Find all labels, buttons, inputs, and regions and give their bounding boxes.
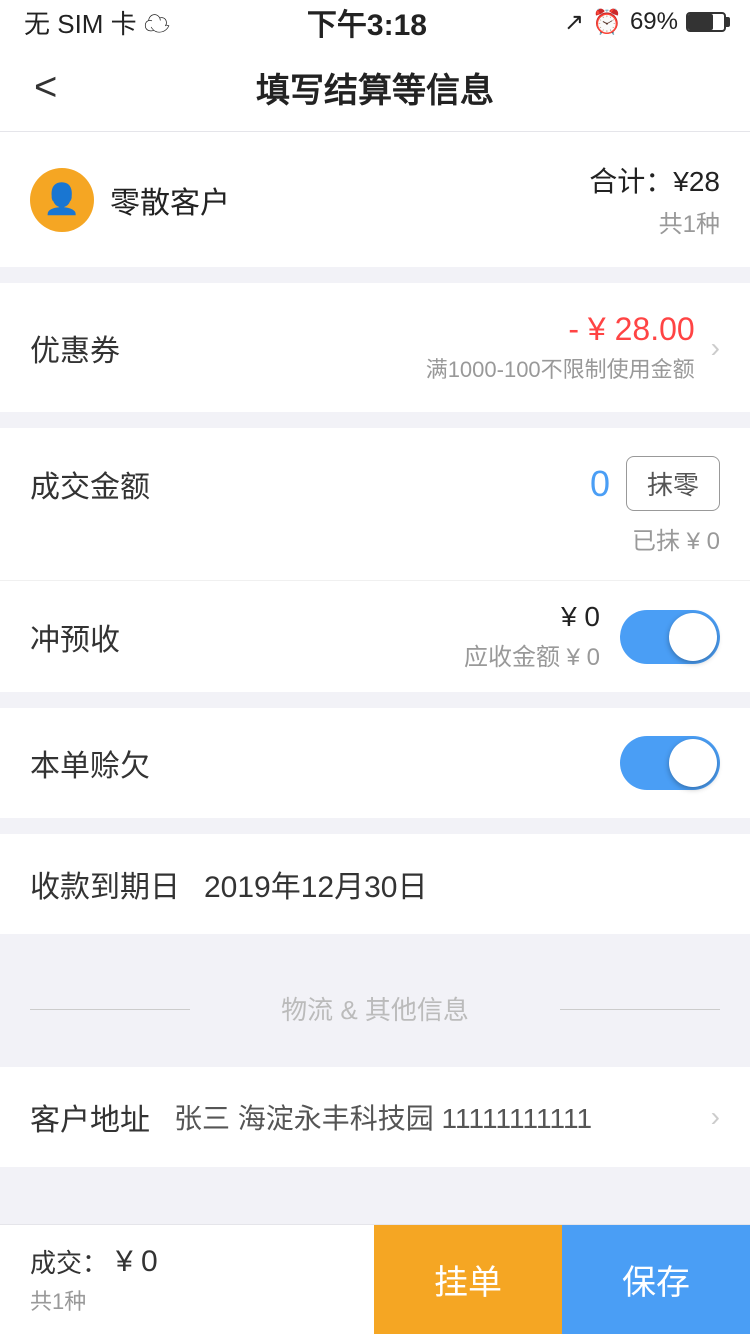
prepay-toggle-knob — [669, 613, 717, 661]
deal-sub-text: 已抹 ¥ 0 — [0, 521, 750, 580]
bottom-deal-amount: ¥ 0 — [116, 1245, 158, 1279]
nav-bar: < 填写结算等信息 — [0, 44, 750, 132]
deal-right: 抹零 — [490, 456, 720, 511]
section-separator — [0, 934, 750, 950]
address-value: 张三 海淀永丰科技园 11111111111 — [174, 1097, 592, 1137]
status-time: 下午3:18 — [307, 0, 427, 44]
coupon-label: 优惠券 — [30, 326, 120, 370]
back-button[interactable]: < — [24, 55, 67, 120]
round-zero-button[interactable]: 抹零 — [626, 456, 720, 511]
due-date-label: 收款到期日 — [30, 862, 180, 906]
debt-toggle[interactable] — [620, 736, 720, 790]
address-label: 客户地址 — [30, 1095, 150, 1139]
customer-name: 零散客户 — [110, 178, 230, 222]
status-right: ↗ ⏰ 69% — [564, 8, 726, 37]
prepay-row: 冲预收 ¥ 0 应收金额 ¥ 0 — [0, 580, 750, 692]
address-section[interactable]: 客户地址 张三 海淀永丰科技园 11111111111 › — [0, 1067, 750, 1167]
due-date-section: 收款到期日 2019年12月30日 — [0, 834, 750, 934]
sim-wifi-label: 无 SIM 卡 ☁ — [24, 4, 170, 41]
coupon-section: 优惠券 - ¥ 28.00 满1000-100不限制使用金额 › — [0, 283, 750, 412]
save-button[interactable]: 保存 — [562, 1225, 750, 1334]
logistics-divider: 物流 & 其他信息 — [0, 966, 750, 1051]
coupon-amount: - ¥ 28.00 — [426, 311, 695, 348]
customer-row: 👤 零散客户 合计：¥28 共1种 — [0, 132, 750, 267]
debt-toggle-knob — [669, 739, 717, 787]
battery-label: 69% — [630, 8, 678, 36]
customer-left: 👤 零散客户 — [30, 168, 230, 232]
content: 👤 零散客户 合计：¥28 共1种 优惠券 - ¥ 28.00 满1000-10… — [0, 132, 750, 1303]
alarm-icon: ⏰ — [592, 8, 622, 37]
customer-summary: 合计：¥28 共1种 — [589, 160, 720, 239]
deal-section: 成交金额 抹零 已抹 ¥ 0 冲预收 ¥ 0 应收金额 ¥ 0 — [0, 428, 750, 692]
deal-label: 成交金额 — [30, 462, 150, 506]
coupon-desc: 满1000-100不限制使用金额 — [426, 352, 695, 384]
status-bar: 无 SIM 卡 ☁ 下午3:18 ↗ ⏰ 69% — [0, 0, 750, 44]
address-chevron-icon: › — [711, 1101, 720, 1133]
location-icon: ↗ — [564, 8, 584, 37]
bottom-summary: 成交： ¥ 0 共1种 — [0, 1243, 374, 1316]
battery-bar — [686, 12, 726, 32]
logistics-label: 物流 & 其他信息 — [265, 995, 485, 1025]
debt-label: 本单赊欠 — [30, 741, 150, 785]
coupon-row[interactable]: 优惠券 - ¥ 28.00 满1000-100不限制使用金额 › — [0, 283, 750, 412]
prepay-receivable: 应收金额 ¥ 0 — [464, 637, 600, 672]
bottom-bar: 成交： ¥ 0 共1种 挂单 保存 — [0, 1224, 750, 1334]
prepay-toggle[interactable] — [620, 610, 720, 664]
prepay-right: ¥ 0 应收金额 ¥ 0 — [464, 601, 720, 672]
address-left: 客户地址 张三 海淀永丰科技园 11111111111 — [30, 1095, 592, 1139]
bottom-count: 共1种 — [30, 1284, 344, 1316]
due-date-value: 2019年12月30日 — [204, 862, 427, 906]
bottom-deal-label: 成交： — [30, 1243, 108, 1280]
hang-button[interactable]: 挂单 — [374, 1225, 562, 1334]
total-amount: 合计：¥28 — [589, 160, 720, 200]
coupon-info: - ¥ 28.00 满1000-100不限制使用金额 — [426, 311, 695, 384]
chevron-right-icon: › — [711, 332, 720, 364]
coupon-right: - ¥ 28.00 满1000-100不限制使用金额 › — [426, 311, 720, 384]
battery-fill — [688, 14, 713, 30]
prepay-amount: ¥ 0 — [464, 601, 600, 633]
debt-section: 本单赊欠 — [0, 708, 750, 818]
deal-amount-row: 成交金额 抹零 — [0, 428, 750, 521]
avatar: 👤 — [30, 168, 94, 232]
prepay-amounts: ¥ 0 应收金额 ¥ 0 — [464, 601, 600, 672]
deal-amount-input[interactable] — [490, 463, 610, 505]
status-left: 无 SIM 卡 ☁ — [24, 4, 170, 41]
total-count: 共1种 — [589, 204, 720, 239]
avatar-icon: 👤 — [43, 182, 80, 217]
prepay-label: 冲预收 — [30, 615, 120, 659]
page-title: 填写结算等信息 — [256, 63, 494, 112]
